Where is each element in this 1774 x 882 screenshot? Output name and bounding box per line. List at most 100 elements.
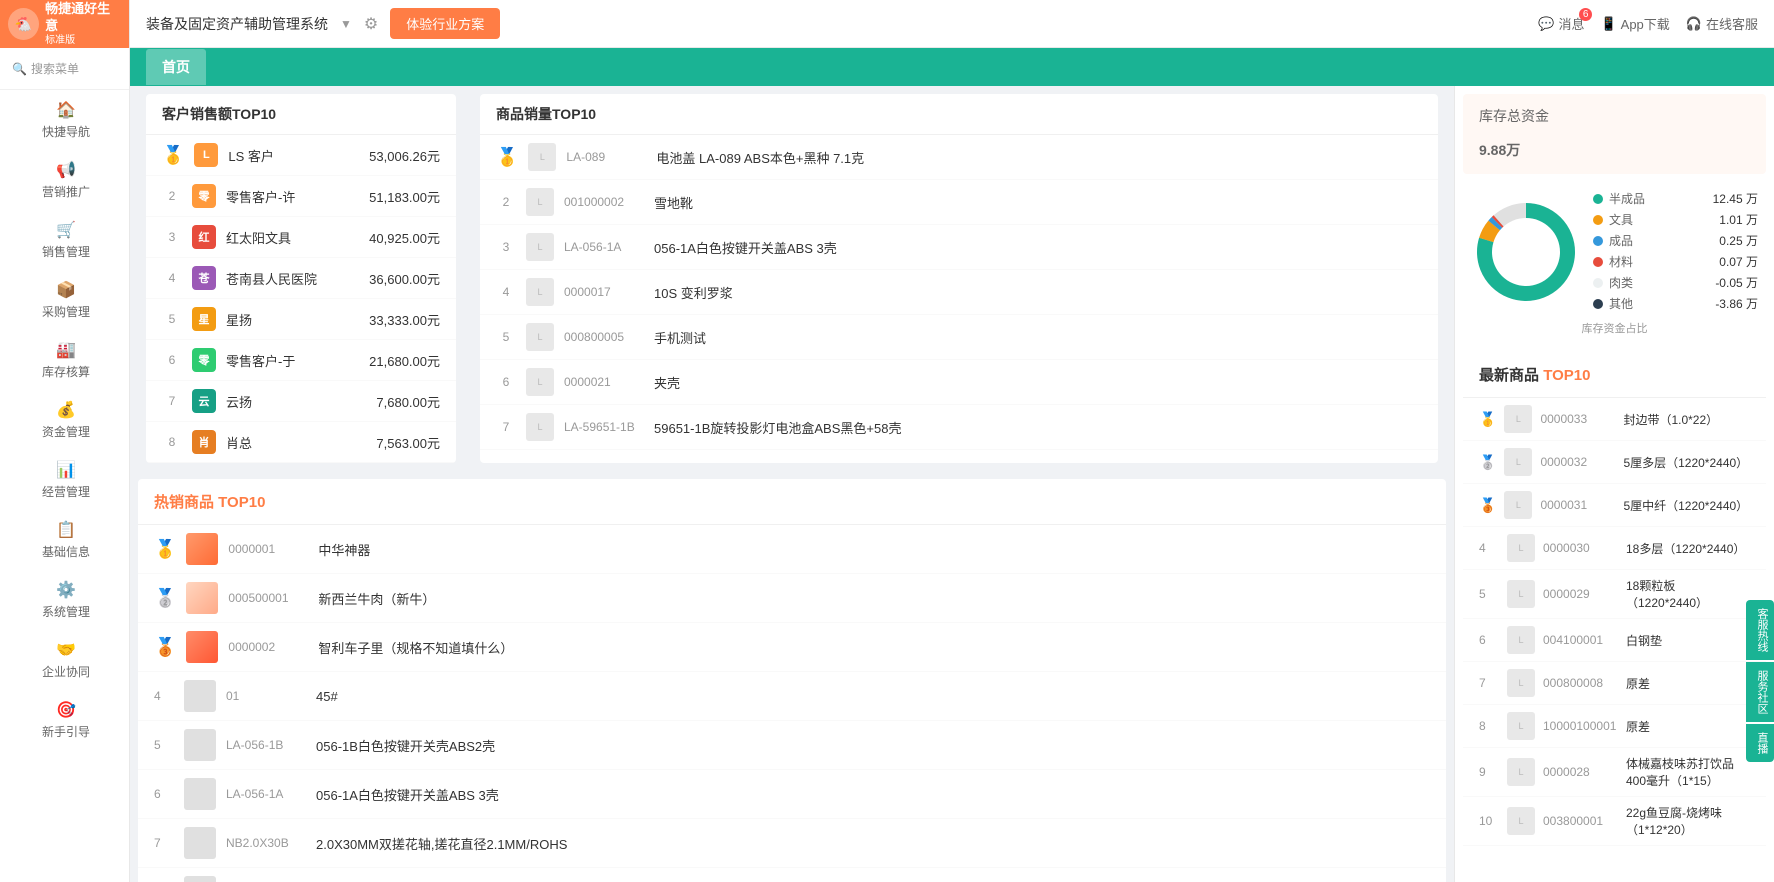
online-service-btn[interactable]: 🎧 在线客服 (1686, 14, 1758, 33)
logo-icon: 🐔 (8, 8, 39, 40)
new-product-row: 🥈 L 0000032 5厘多层（1220*2440） (1463, 441, 1766, 484)
rank-number: 9 (1479, 765, 1499, 779)
inventory-section: 库存总资金 9.88万 (1463, 94, 1766, 174)
dropdown-arrow-icon[interactable]: ▼ (340, 17, 352, 31)
goods-img: L (528, 143, 556, 171)
rank-badge: 零 (192, 184, 216, 208)
sidebar-label-5: 资金管理 (42, 423, 90, 440)
headset-icon: 🎧 (1686, 16, 1702, 32)
logo-text: 畅捷通好生意 标准版 (45, 1, 121, 48)
hot-product-code: LA-056-1B (226, 738, 306, 752)
legend-label: 成品 (1609, 232, 1713, 249)
rank-amount: 33,333.00元 (369, 310, 440, 329)
sidebar-icon-2: 🛒 (56, 220, 76, 240)
new-product-img: L (1507, 807, 1535, 835)
rank-number: 3 (496, 240, 516, 254)
legend-value: -3.86 万 (1715, 295, 1758, 312)
legend-label: 文具 (1609, 211, 1713, 228)
new-product-img: L (1507, 534, 1535, 562)
sidebar-item-7[interactable]: 📋基础信息 (0, 510, 129, 570)
sidebar-item-0[interactable]: 🏠快捷导航 (0, 90, 129, 150)
goods-img: L (526, 188, 554, 216)
search-menu-btn[interactable]: 🔍 搜索菜单 (8, 56, 121, 81)
inventory-amount: 9.88万 (1479, 130, 1750, 162)
new-product-code: 0000029 (1543, 587, 1618, 601)
sales-rank-row: 6 零 零售客户-于 21,680.00元 (146, 340, 456, 381)
rank-amount: 51,183.00元 (369, 187, 440, 206)
messages-btn[interactable]: 💬 消息 6 (1538, 14, 1584, 33)
sales-ranking-panel: 客户销售额TOP10 🥇 L LS 客户 53,006.26元2 零 零售客户-… (146, 94, 456, 463)
new-product-code: 0000030 (1543, 541, 1618, 555)
hot-product-img (186, 533, 218, 565)
sidebar-label-1: 营销推广 (42, 183, 90, 200)
app-download-btn[interactable]: 📱 App下载 (1600, 14, 1669, 33)
sales-rank-row: 4 苍 苍南县人民医院 36,600.00元 (146, 258, 456, 299)
sidebar-item-2[interactable]: 🛒销售管理 (0, 210, 129, 270)
new-product-name: 5厘中纤（1220*2440） (1623, 497, 1750, 514)
new-product-img: L (1504, 405, 1532, 433)
hot-product-row: 5 LA-056-1B 056-1B白色按键开关壳ABS2壳 (138, 721, 1446, 770)
chart-area: 半成品 12.45 万 文具 1.01 万 成品 0.25 万 材料 0.07 … (1455, 182, 1774, 344)
float-btn-1[interactable]: 服务社区 (1746, 662, 1774, 722)
rank-number: 6 (1479, 633, 1499, 647)
new-product-row: 5 L 0000029 18颗粒板（1220*2440） (1463, 570, 1766, 619)
center-panel: 客户销售额TOP10 🥇 L LS 客户 53,006.26元2 零 零售客户-… (130, 86, 1454, 882)
goods-name: 雪地靴 (654, 193, 1422, 212)
new-products-list: 🥇 L 0000033 封边带（1.0*22）🥈 L 0000032 5厘多层（… (1463, 398, 1766, 846)
sidebar-item-9[interactable]: 🤝企业协同 (0, 630, 129, 690)
new-product-code: 0000033 (1540, 412, 1615, 426)
sidebar-label-10: 新手引导 (42, 723, 90, 740)
medal-icon: 🥇 (1479, 411, 1496, 428)
sidebar-item-6[interactable]: 📊经营管理 (0, 450, 129, 510)
rank-amount: 21,680.00元 (369, 351, 440, 370)
hot-product-code: 01 (226, 689, 306, 703)
new-product-row: 7 L 000800008 原差 (1463, 662, 1766, 705)
legend-item: 肉类 -0.05 万 (1593, 274, 1758, 291)
goods-rank-row: 2 L 001000002 雪地靴 (480, 180, 1438, 225)
float-btn-2[interactable]: 直播 (1746, 724, 1774, 762)
sales-rank-row: 5 星 星扬 33,333.00元 (146, 299, 456, 340)
sidebar-item-4[interactable]: 🏭库存核算 (0, 330, 129, 390)
hot-product-name: 45# (316, 689, 1430, 704)
sidebar-icon-4: 🏭 (56, 340, 76, 360)
rank-number: 6 (496, 375, 516, 389)
new-product-row: 6 L 004100001 白钢垫 (1463, 619, 1766, 662)
rank-badge: 红 (192, 225, 216, 249)
new-product-row: 10 L 003800001 22g鱼豆腐-烧烤味（1*12*20） (1463, 797, 1766, 846)
legend-item: 其他 -3.86 万 (1593, 295, 1758, 312)
float-btn-0[interactable]: 客服热线 (1746, 600, 1774, 660)
medal-icon: 🥉 (154, 637, 176, 658)
rank-name: 苍南县人民医院 (226, 269, 359, 288)
sidebar-item-5[interactable]: 💰资金管理 (0, 390, 129, 450)
sidebar-label-9: 企业协同 (42, 663, 90, 680)
sidebar-item-3[interactable]: 📦采购管理 (0, 270, 129, 330)
new-product-code: 004100001 (1543, 633, 1618, 647)
sidebar-item-8[interactable]: ⚙️系统管理 (0, 570, 129, 630)
settings-icon[interactable]: ⚙ (364, 14, 378, 34)
goods-name: 电池盖 LA-089 ABS本色+黑种 7.1克 (656, 148, 1422, 167)
sales-ranking-header: 客户销售额TOP10 (146, 94, 456, 135)
goods-code: 0000021 (564, 375, 644, 389)
goods-img: L (526, 278, 554, 306)
rank-number: 7 (162, 394, 182, 408)
topbar-right: 💬 消息 6 📱 App下载 🎧 在线客服 (1538, 14, 1758, 33)
rank-badge: 苍 (192, 266, 216, 290)
goods-rank-row: 🥇 L LA-089 电池盖 LA-089 ABS本色+黑种 7.1克 (480, 135, 1438, 180)
hot-product-row: 8 0000011 12070519-xs (138, 868, 1446, 882)
sidebar-icon-1: 📢 (56, 160, 76, 180)
sidebar-item-10[interactable]: 🎯新手引导 (0, 690, 129, 750)
sidebar-item-1[interactable]: 📢 营销推广 (0, 150, 129, 210)
new-product-name: 22g鱼豆腐-烧烤味（1*12*20） (1626, 804, 1750, 838)
hot-product-row: 🥈 000500001 新西兰牛肉（新牛） (138, 574, 1446, 623)
trial-btn[interactable]: 体验行业方案 (390, 8, 500, 39)
rank-number: 5 (496, 330, 516, 344)
goods-rank-row: 3 L LA-056-1A 056-1A白色按键开关盖ABS 3壳 (480, 225, 1438, 270)
hot-product-img (186, 631, 218, 663)
message-icon: 💬 (1538, 16, 1554, 32)
nav-home[interactable]: 首页 (146, 49, 206, 85)
sidebar-search-section[interactable]: 🔍 搜索菜单 (0, 48, 129, 90)
rank-name: LS 客户 (228, 146, 359, 165)
rank-badge: 星 (192, 307, 216, 331)
goods-ranking-title: 商品销量TOP10 (496, 104, 596, 124)
medal-icon: 🥇 (496, 147, 518, 168)
